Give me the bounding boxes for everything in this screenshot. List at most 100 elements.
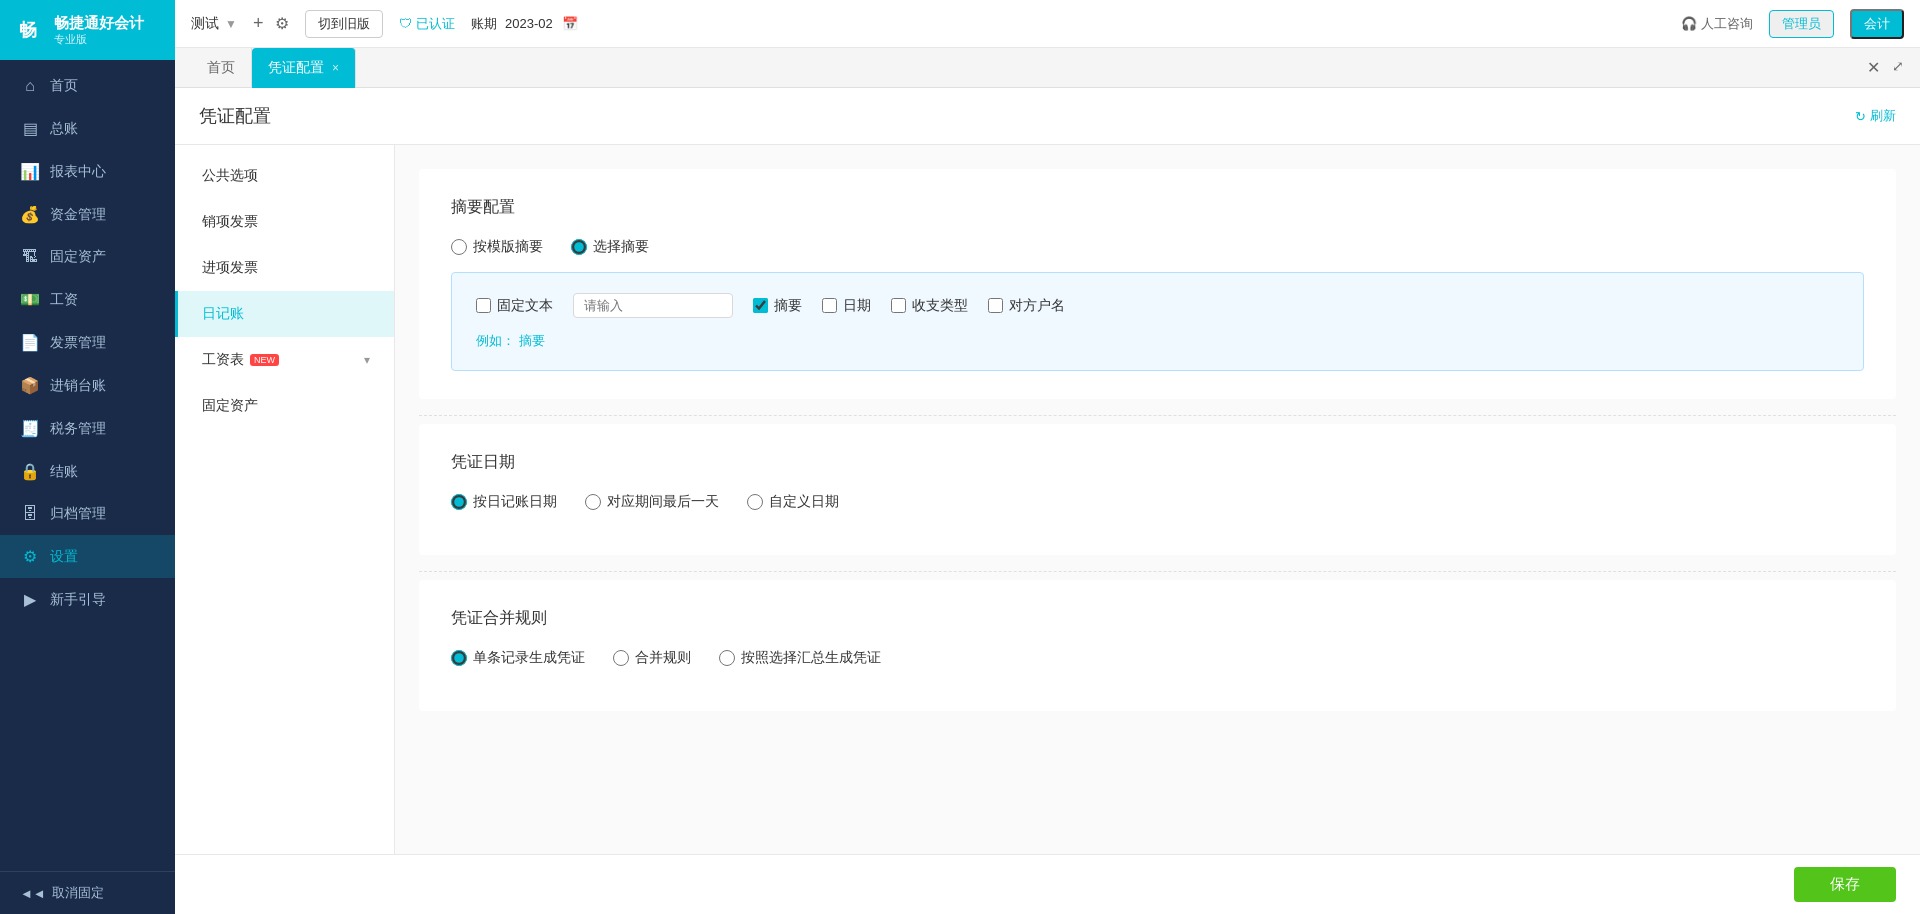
- fixed-text-input[interactable]: [573, 293, 733, 318]
- left-menu-item-journal[interactable]: 日记账: [175, 291, 394, 337]
- left-menu-public-label: 公共选项: [202, 167, 258, 183]
- tab-home[interactable]: 首页: [191, 48, 252, 88]
- finance-icon: 💰: [20, 205, 40, 224]
- merge-rule-radio[interactable]: [613, 650, 629, 666]
- home-icon: ⌂: [20, 77, 40, 95]
- sidebar-item-finance[interactable]: 💰 资金管理: [0, 193, 175, 236]
- sidebar-header: 畅 畅捷通好会计 专业版: [0, 0, 175, 60]
- summary-select-radio-text: 选择摘要: [593, 238, 649, 256]
- sidebar-item-label: 设置: [50, 548, 78, 566]
- merge-summary-radio-label[interactable]: 按照选择汇总生成凭证: [719, 649, 881, 667]
- trading-icon: 📦: [20, 376, 40, 395]
- sidebar: 畅 畅捷通好会计 专业版 ⌂ 首页 ▤ 总账 📊 报表中心: [0, 0, 175, 914]
- date-checkbox-label[interactable]: 日期: [822, 297, 871, 315]
- sidebar-item-guide[interactable]: ▶ 新手引导: [0, 578, 175, 621]
- company-selector[interactable]: 测试 ▼: [191, 15, 237, 33]
- summary-template-radio-label[interactable]: 按模版摘要: [451, 238, 543, 256]
- merge-summary-radio-text: 按照选择汇总生成凭证: [741, 649, 881, 667]
- period-value: 2023-02: [505, 16, 553, 31]
- expand-button[interactable]: ⤢: [1892, 58, 1904, 77]
- consult-button[interactable]: 🎧 人工咨询: [1681, 15, 1753, 33]
- sidebar-item-label: 归档管理: [50, 505, 106, 523]
- period-label: 账期: [471, 16, 497, 31]
- tax-icon: 🧾: [20, 419, 40, 438]
- sidebar-item-label: 税务管理: [50, 420, 106, 438]
- summary-checkbox[interactable]: [753, 298, 768, 313]
- settings-button[interactable]: ⚙: [275, 14, 289, 33]
- date-custom-radio-label[interactable]: 自定义日期: [747, 493, 839, 511]
- left-menu-item-public[interactable]: 公共选项: [175, 153, 394, 199]
- left-menu-item-payslip[interactable]: 工资表 NEW ▾: [175, 337, 394, 383]
- app-name: 畅捷通好会计: [54, 14, 144, 32]
- sidebar-item-label: 新手引导: [50, 591, 106, 609]
- sidebar-item-tax[interactable]: 🧾 税务管理: [0, 407, 175, 450]
- sidebar-item-label: 固定资产: [50, 248, 106, 266]
- date-last-day-radio[interactable]: [585, 494, 601, 510]
- settings-icon: ⚙: [20, 547, 40, 566]
- summary-config-row: 固定文本 摘要 日期: [476, 293, 1839, 318]
- merge-single-radio[interactable]: [451, 650, 467, 666]
- date-custom-radio[interactable]: [747, 494, 763, 510]
- sidebar-item-payroll[interactable]: 💵 工资: [0, 278, 175, 321]
- fixed-text-checkbox-label[interactable]: 固定文本: [476, 297, 553, 315]
- date-radio-group: 按日记账日期 对应期间最后一天 自定义日期: [451, 493, 1864, 511]
- sidebar-item-home[interactable]: ⌂ 首页: [0, 65, 175, 107]
- counterparty-checkbox-label[interactable]: 对方户名: [988, 297, 1065, 315]
- summary-checkbox-label[interactable]: 摘要: [753, 297, 802, 315]
- sidebar-item-archive[interactable]: 🗄 归档管理: [0, 493, 175, 535]
- inner-layout: 公共选项 销项发票 进项发票 日记账 工资表 NEW: [175, 145, 1920, 854]
- date-custom-radio-text: 自定义日期: [769, 493, 839, 511]
- sidebar-item-invoice[interactable]: 📄 发票管理: [0, 321, 175, 364]
- merge-summary-radio[interactable]: [719, 650, 735, 666]
- date-last-day-radio-label[interactable]: 对应期间最后一天: [585, 493, 719, 511]
- date-checkbox[interactable]: [822, 298, 837, 313]
- sidebar-nav: ⌂ 首页 ▤ 总账 📊 报表中心 💰 资金管理 🏗 固定资产 💵 工资: [0, 60, 175, 871]
- income-type-checkbox-text: 收支类型: [912, 297, 968, 315]
- calendar-icon[interactable]: 📅: [562, 16, 578, 31]
- shield-icon: 🛡: [399, 16, 412, 31]
- refresh-icon: ↻: [1855, 109, 1866, 124]
- sidebar-item-label: 报表中心: [50, 163, 106, 181]
- summary-template-radio[interactable]: [451, 239, 467, 255]
- save-button[interactable]: 保存: [1794, 867, 1896, 902]
- summary-section-title: 摘要配置: [451, 197, 1864, 218]
- tab-voucher-config[interactable]: 凭证配置 ×: [252, 48, 356, 88]
- merge-rule-radio-label[interactable]: 合并规则: [613, 649, 691, 667]
- counterparty-checkbox[interactable]: [988, 298, 1003, 313]
- tab-voucher-config-label: 凭证配置: [268, 59, 324, 77]
- close-window-button[interactable]: ✕: [1867, 58, 1880, 77]
- income-type-checkbox[interactable]: [891, 298, 906, 313]
- add-button[interactable]: +: [253, 13, 264, 34]
- date-journal-radio-label[interactable]: 按日记账日期: [451, 493, 557, 511]
- tab-close-icon[interactable]: ×: [332, 61, 339, 75]
- sidebar-item-trading[interactable]: 📦 进销台账: [0, 364, 175, 407]
- left-menu-item-purchase-invoice[interactable]: 进项发票: [175, 245, 394, 291]
- save-bar: 保存: [175, 854, 1920, 914]
- refresh-button[interactable]: ↻ 刷新: [1855, 107, 1896, 125]
- fixed-text-label: 固定文本: [497, 297, 553, 315]
- right-content: 摘要配置 按模版摘要 选择摘要: [395, 145, 1920, 854]
- sidebar-item-ledger[interactable]: ▤ 总账: [0, 107, 175, 150]
- merge-single-radio-label[interactable]: 单条记录生成凭证: [451, 649, 585, 667]
- left-menu-item-fixed-assets[interactable]: 固定资产: [175, 383, 394, 429]
- topbar: 测试 ▼ + ⚙ 切到旧版 🛡 已认证 账期 2023-02 📅 🎧 人工咨询: [175, 0, 1920, 48]
- cancel-fixed-button[interactable]: ◄◄ 取消固定: [20, 884, 155, 902]
- left-menu-item-sales-invoice[interactable]: 销项发票: [175, 199, 394, 245]
- accountant-button[interactable]: 会计: [1850, 9, 1904, 39]
- merge-radio-group: 单条记录生成凭证 合并规则 按照选择汇总生成凭证: [451, 649, 1864, 667]
- summary-select-radio[interactable]: [571, 239, 587, 255]
- period-info: 账期 2023-02 📅: [471, 15, 578, 33]
- summary-select-radio-label[interactable]: 选择摘要: [571, 238, 649, 256]
- fixed-text-checkbox[interactable]: [476, 298, 491, 313]
- admin-button[interactable]: 管理员: [1769, 10, 1834, 38]
- sidebar-item-settings[interactable]: ⚙ 设置: [0, 535, 175, 578]
- switch-version-button[interactable]: 切到旧版: [305, 10, 383, 38]
- page-title: 凭证配置: [199, 104, 271, 128]
- counterparty-checkbox-text: 对方户名: [1009, 297, 1065, 315]
- sidebar-item-label: 工资: [50, 291, 78, 309]
- sidebar-item-reports[interactable]: 📊 报表中心: [0, 150, 175, 193]
- sidebar-item-assets[interactable]: 🏗 固定资产: [0, 236, 175, 278]
- income-type-checkbox-label[interactable]: 收支类型: [891, 297, 968, 315]
- sidebar-item-close[interactable]: 🔒 结账: [0, 450, 175, 493]
- date-journal-radio[interactable]: [451, 494, 467, 510]
